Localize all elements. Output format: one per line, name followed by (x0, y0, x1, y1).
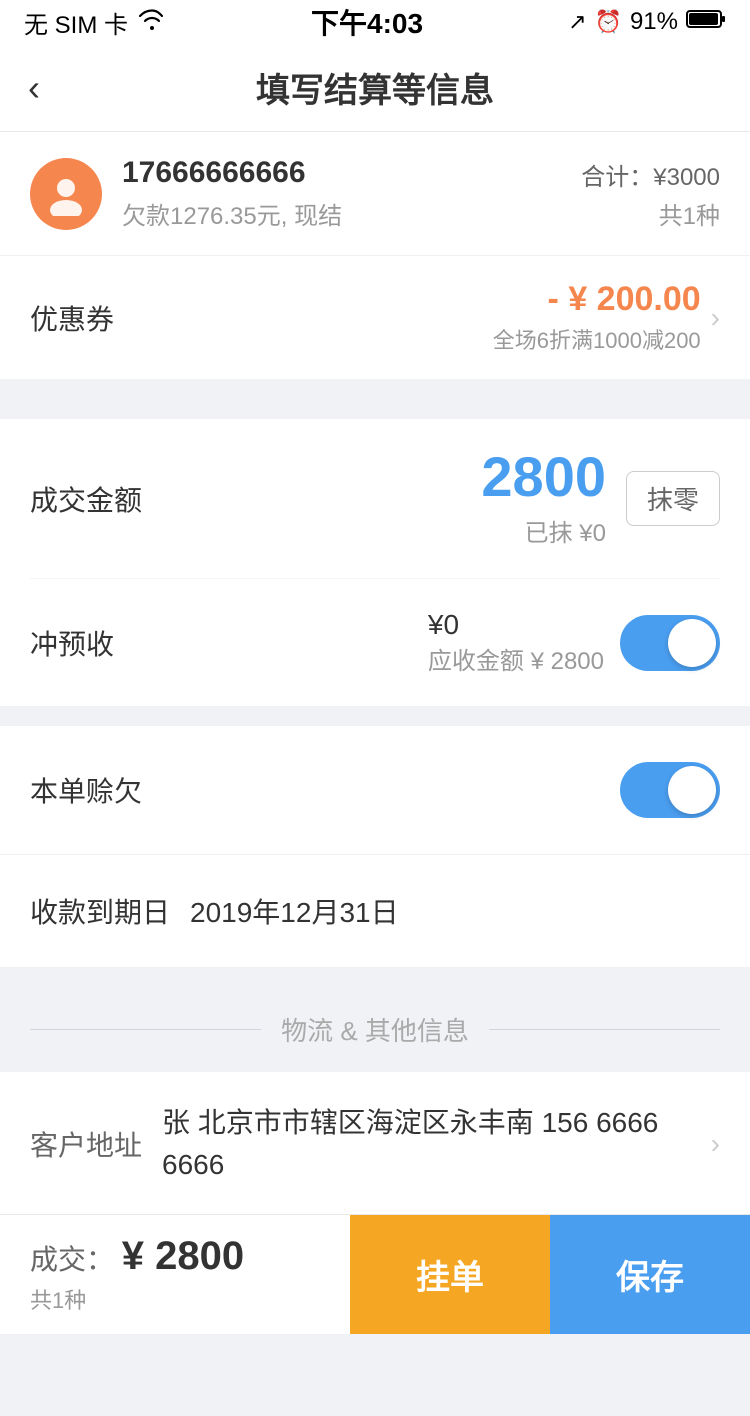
prepay-value-block: ¥0 应收金额 ¥ 2800 (428, 609, 604, 676)
customer-row: 17666666666 欠款1276.35元, 现结 合计：¥3000 共1种 (0, 132, 750, 255)
deal-amount-row: 成交金额 2800 已抹 ¥0 抹零 (30, 419, 720, 579)
divider-3 (0, 967, 750, 987)
divider-1 (0, 399, 750, 419)
deal-amount-sub: 已抹 ¥0 (481, 513, 606, 548)
battery-icon (686, 8, 726, 37)
address-row[interactable]: 客户地址 张 北京市市辖区海淀区永丰南 156 6666 6666 › (0, 1072, 750, 1216)
duedate-label: 收款到期日 (30, 891, 170, 931)
amount-section: 成交金额 2800 已抹 ¥0 抹零 冲预收 ¥0 应收金额 ¥ 2800 (0, 419, 750, 706)
customer-debt: 欠款1276.35元, 现结 (122, 196, 342, 231)
footer-deal-count: 共1种 (30, 1283, 320, 1315)
coupon-content: - ¥ 200.00 全场6折满1000减200 (493, 280, 701, 355)
prepay-row: 冲预收 ¥0 应收金额 ¥ 2800 (30, 579, 720, 706)
prepay-value-toggle: ¥0 应收金额 ¥ 2800 (428, 609, 720, 676)
customer-total: 合计：¥3000 共1种 (581, 157, 720, 231)
status-bar: 无 SIM 卡 下午4:03 ↗ ⏰ 91% (0, 0, 750, 44)
battery-text: 91% (630, 8, 678, 36)
credit-label: 本单赊欠 (30, 770, 142, 810)
deal-amount-value-wrapper: 2800 已抹 ¥0 (481, 449, 606, 548)
prepay-label: 冲预收 (30, 623, 114, 663)
deal-amount-value: 2800 (481, 449, 606, 505)
toggle-knob (668, 619, 716, 667)
carrier-text: 无 SIM 卡 (24, 5, 128, 40)
logistics-label: 物流 & 其他信息 (281, 1011, 469, 1048)
customer-left: 17666666666 欠款1276.35元, 现结 (30, 156, 342, 231)
total-count: 共1种 (581, 196, 720, 231)
address-chevron-icon: › (711, 1128, 720, 1160)
duedate-row: 收款到期日 2019年12月31日 (0, 854, 750, 967)
footer-deal-label: 成交： (30, 1244, 114, 1275)
logistics-line-right (489, 1029, 720, 1030)
logistics-line-left (30, 1029, 261, 1030)
page-title: 填写结算等信息 (256, 63, 494, 112)
credit-toggle-knob (668, 766, 716, 814)
back-button[interactable]: ‹ (28, 67, 40, 109)
hold-button[interactable]: 挂单 (350, 1215, 550, 1334)
status-time: 下午4:03 (311, 2, 423, 42)
address-label: 客户地址 (30, 1124, 142, 1164)
coupon-desc: 全场6折满1000减200 (493, 323, 701, 355)
coupon-discount: - ¥ 200.00 (493, 280, 701, 319)
coupon-row[interactable]: 优惠券 - ¥ 200.00 全场6折满1000减200 › (0, 255, 750, 379)
duedate-value: 2019年12月31日 (190, 891, 399, 931)
credit-toggle[interactable] (620, 762, 720, 818)
deal-amount-label: 成交金额 (30, 479, 142, 519)
footer-deal-amount: ¥ 2800 (122, 1234, 244, 1278)
footer-info: 成交： ¥ 2800 共1种 (0, 1215, 350, 1334)
avatar (30, 158, 102, 230)
logistics-divider: 物流 & 其他信息 (0, 987, 750, 1072)
prepay-toggle[interactable] (620, 615, 720, 671)
address-value: 张 北京市市辖区海淀区永丰南 156 6666 6666 (162, 1102, 701, 1186)
prepay-toggle-wrapper: ¥0 应收金额 ¥ 2800 (428, 609, 720, 676)
deal-amount-right: 2800 已抹 ¥0 抹零 (481, 449, 720, 548)
chevron-right-icon: › (711, 302, 720, 334)
credit-row: 本单赊欠 (0, 726, 750, 854)
customer-phone: 17666666666 (122, 156, 342, 190)
round-zero-button[interactable]: 抹零 (626, 471, 720, 526)
wifi-icon (138, 8, 166, 37)
total-label: 合计：¥3000 (581, 157, 720, 192)
alarm-icon: ⏰ (595, 9, 622, 35)
customer-section: 17666666666 欠款1276.35元, 现结 合计：¥3000 共1种 … (0, 132, 750, 379)
nav-bar: ‹ 填写结算等信息 (0, 44, 750, 132)
location-icon: ↗ (568, 9, 586, 35)
footer-deal-line: 成交： ¥ 2800 (30, 1234, 320, 1279)
coupon-label: 优惠券 (30, 298, 114, 338)
status-right: ↗ ⏰ 91% (568, 8, 726, 37)
save-button[interactable]: 保存 (550, 1215, 750, 1334)
prepay-value: ¥0 (428, 609, 604, 641)
divider-2 (0, 706, 750, 726)
status-left: 无 SIM 卡 (24, 5, 166, 40)
bottom-bar: 成交： ¥ 2800 共1种 挂单 保存 (0, 1214, 750, 1334)
coupon-right: - ¥ 200.00 全场6折满1000减200 › (493, 280, 720, 355)
prepay-sub: 应收金额 ¥ 2800 (428, 641, 604, 676)
customer-info: 17666666666 欠款1276.35元, 现结 (122, 156, 342, 231)
